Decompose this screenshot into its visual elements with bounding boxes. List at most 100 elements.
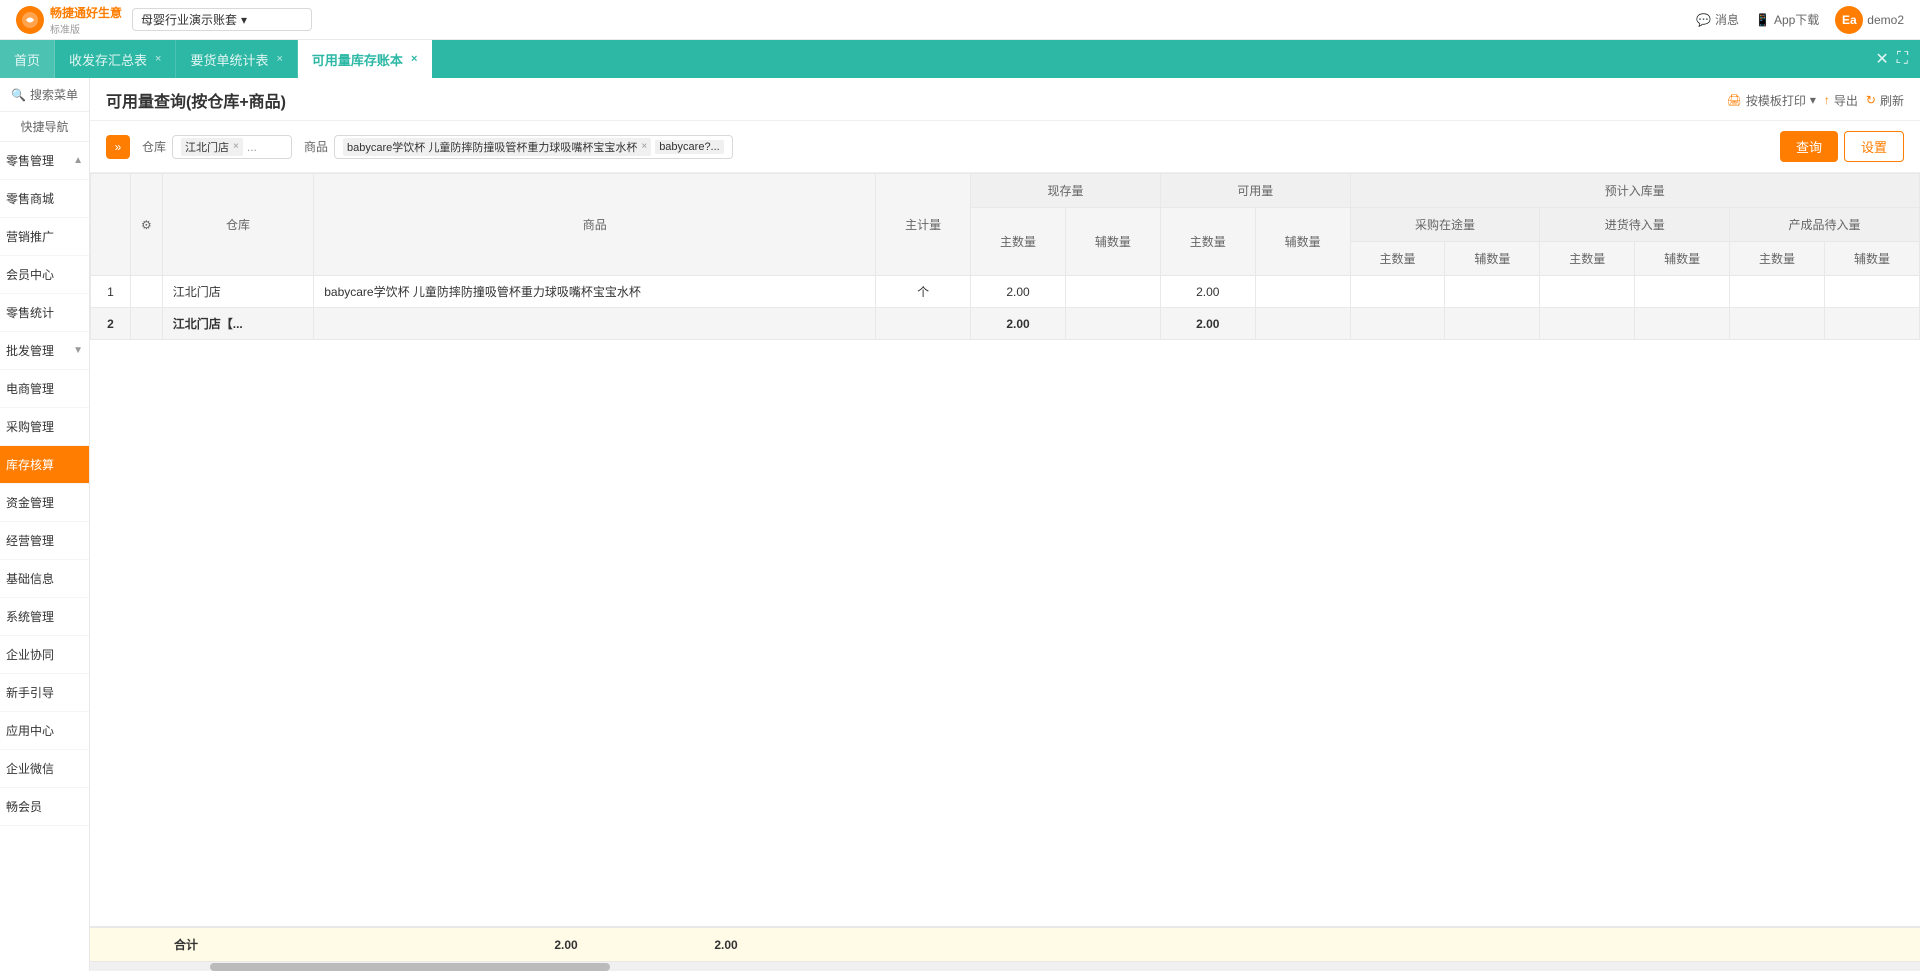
content-area: 可用量查询(按仓库+商品) 🖨 按模板打印 ▾ ↑ 导出 ↻ 刷新 <box>90 78 1920 971</box>
td-available-main-2: 2.00 <box>1160 308 1255 340</box>
warehouse-tag-close[interactable]: × <box>233 141 239 152</box>
td-num-1: 1 <box>91 276 131 308</box>
logo-text: 畅捷通好生意 <box>50 4 122 21</box>
export-icon: ↑ <box>1824 93 1830 107</box>
sidebar-item-enterprise[interactable]: 企业协同 <box>0 636 89 674</box>
tab-home[interactable]: 首页 <box>0 40 55 78</box>
logo-text-area: 畅捷通好生意 标准版 <box>50 4 122 36</box>
td-available-sub-1 <box>1255 276 1350 308</box>
print-dropdown-icon: ▾ <box>1810 93 1816 107</box>
table-scrollbar[interactable] <box>90 961 1920 971</box>
sidebar-item-inventory[interactable]: 库存核算 <box>0 446 89 484</box>
sidebar-item-member[interactable]: 会员中心 <box>0 256 89 294</box>
sidebar-item-retail-shop[interactable]: 零售商城 <box>0 180 89 218</box>
download-action[interactable]: 📱 App下载 <box>1755 11 1819 28</box>
tab-collection-close[interactable]: × <box>155 53 161 65</box>
tab-order-stat-close[interactable]: × <box>276 53 282 65</box>
sidebar-item-ecommerce-label: 电商管理 <box>6 380 54 397</box>
sidebar-item-marketing[interactable]: 营销推广 <box>0 218 89 256</box>
sidebar-item-member-label: 会员中心 <box>6 266 54 283</box>
nav-label: 快捷导航 <box>20 120 68 134</box>
sidebar-item-enterprise-wechat[interactable]: 企业微信 <box>0 750 89 788</box>
product-tag1-close[interactable]: × <box>641 141 647 152</box>
td-inb-sub-2 <box>1635 308 1730 340</box>
print-label: 按模板打印 <box>1746 92 1806 109</box>
warehouse-tag-text: 江北门店 <box>185 139 229 155</box>
export-action[interactable]: ↑ 导出 <box>1824 92 1858 109</box>
tab-collection[interactable]: 收发存汇总表 × <box>55 40 176 78</box>
sidebar-item-vip-member-label: 畅会员 <box>6 798 42 815</box>
td-num-2: 2 <box>91 308 131 340</box>
th-subgroup-inbound: 进货待入量 <box>1540 208 1730 242</box>
td-current-sub-1 <box>1065 276 1160 308</box>
tab-available-stock-close[interactable]: × <box>411 53 417 65</box>
tab-order-stat[interactable]: 要货单统计表 × <box>176 40 297 78</box>
sidebar-item-purchase[interactable]: 采购管理 <box>0 408 89 446</box>
th-subgroup-production: 产成品待入量 <box>1730 208 1920 242</box>
sidebar-item-finance[interactable]: 资金管理 <box>0 484 89 522</box>
sidebar-item-system[interactable]: 系统管理 <box>0 598 89 636</box>
tab-close-all-icon[interactable]: ✕ <box>1875 49 1888 69</box>
td-inb-main-2 <box>1540 308 1635 340</box>
tab-expand-icon[interactable]: ⛶ <box>1897 50 1908 68</box>
refresh-icon: ↻ <box>1866 93 1876 107</box>
setting-button[interactable]: 设置 <box>1844 131 1904 162</box>
sidebar-item-new-guide[interactable]: 新手引导 <box>0 674 89 712</box>
td-unit-2 <box>876 308 971 340</box>
store-select[interactable]: 母婴行业演示账套 ▾ <box>132 8 312 31</box>
data-table: ⚙ 仓库 商品 主计量 现存量 可用量 预计入库量 主数量 辅数量 主数量 辅数… <box>90 173 1920 340</box>
td-current-sub-2 <box>1065 308 1160 340</box>
sidebar-item-operations[interactable]: 经营管理 <box>0 522 89 560</box>
tab-available-stock-label: 可用量库存账本 <box>312 50 403 69</box>
sidebar-item-retail[interactable]: 零售管理 ▲ <box>0 142 89 180</box>
warehouse-filter: 仓库 江北门店 × ... <box>142 135 292 159</box>
td-product-2 <box>314 308 876 340</box>
sidebar-item-basic[interactable]: 基础信息 <box>0 560 89 598</box>
top-bar-left: 畅捷通好生意 标准版 母婴行业演示账套 ▾ <box>16 4 312 36</box>
sidebar-item-app-center[interactable]: 应用中心 <box>0 712 89 750</box>
sidebar-item-ecommerce[interactable]: 电商管理 <box>0 370 89 408</box>
th-available-main: 主数量 <box>1160 208 1255 276</box>
top-bar-right: 💬 消息 📱 App下载 Ea demo2 <box>1696 6 1904 34</box>
user-action[interactable]: Ea demo2 <box>1835 6 1904 34</box>
sidebar-item-wholesale[interactable]: 批发管理 ▼ <box>0 332 89 370</box>
sidebar-nav[interactable]: 快捷导航 <box>0 112 89 142</box>
refresh-action[interactable]: ↻ 刷新 <box>1866 92 1904 109</box>
th-available-sub: 辅数量 <box>1255 208 1350 276</box>
download-icon: 📱 <box>1755 13 1770 27</box>
tab-order-stat-label: 要货单统计表 <box>190 50 268 69</box>
username-label: demo2 <box>1867 13 1904 27</box>
warehouse-filter-value[interactable]: 江北门店 × ... <box>172 135 292 159</box>
top-bar: 畅捷通好生意 标准版 母婴行业演示账套 ▾ 💬 消息 📱 App下载 Ea de… <box>0 0 1920 40</box>
filter-actions: 查询 设置 <box>1780 131 1904 162</box>
sidebar-item-retail-stat[interactable]: 零售统计 <box>0 294 89 332</box>
th-subgroup-purchase: 采购在途量 <box>1350 208 1540 242</box>
warehouse-dots[interactable]: ... <box>247 140 257 154</box>
sidebar-item-retail-label: 零售管理 <box>6 152 54 169</box>
footer-label: 合计 <box>106 936 266 953</box>
tab-available-stock[interactable]: 可用量库存账本 × <box>298 40 432 78</box>
sidebar-item-system-label: 系统管理 <box>6 608 54 625</box>
td-product-1: babycare学饮杯 儿童防摔防撞吸管杯重力球吸嘴杯宝宝水杯 <box>314 276 876 308</box>
sidebar-search[interactable]: 🔍 搜索菜单 <box>0 78 89 112</box>
th-current-sub: 辅数量 <box>1065 208 1160 276</box>
td-setting-1 <box>131 276 163 308</box>
message-action[interactable]: 💬 消息 <box>1696 11 1739 28</box>
th-current-main: 主数量 <box>971 208 1066 276</box>
tab-collection-label: 收发存汇总表 <box>69 50 147 69</box>
filter-expand-btn[interactable]: » <box>106 135 130 159</box>
product-filter-value[interactable]: babycare学饮杯 儿童防摔防撞吸管杯重力球吸嘴杯宝宝水杯 × babyca… <box>334 135 733 159</box>
sidebar-item-new-guide-label: 新手引导 <box>6 684 54 701</box>
scrollbar-thumb[interactable] <box>210 963 610 971</box>
th-warehouse: 仓库 <box>162 174 313 276</box>
th-group-current: 现存量 <box>971 174 1161 208</box>
sidebar-item-retail-stat-label: 零售统计 <box>6 304 54 321</box>
td-current-main-1: 2.00 <box>971 276 1066 308</box>
sidebar-item-inventory-label: 库存核算 <box>6 456 54 473</box>
sidebar-item-vip-member[interactable]: 畅会员 <box>0 788 89 826</box>
page-actions: 🖨 按模板打印 ▾ ↑ 导出 ↻ 刷新 <box>1727 92 1904 109</box>
query-button[interactable]: 查询 <box>1780 131 1838 162</box>
th-setting[interactable]: ⚙ <box>131 174 163 276</box>
print-action[interactable]: 🖨 按模板打印 ▾ <box>1727 92 1816 109</box>
store-name: 母婴行业演示账套 <box>141 11 237 28</box>
